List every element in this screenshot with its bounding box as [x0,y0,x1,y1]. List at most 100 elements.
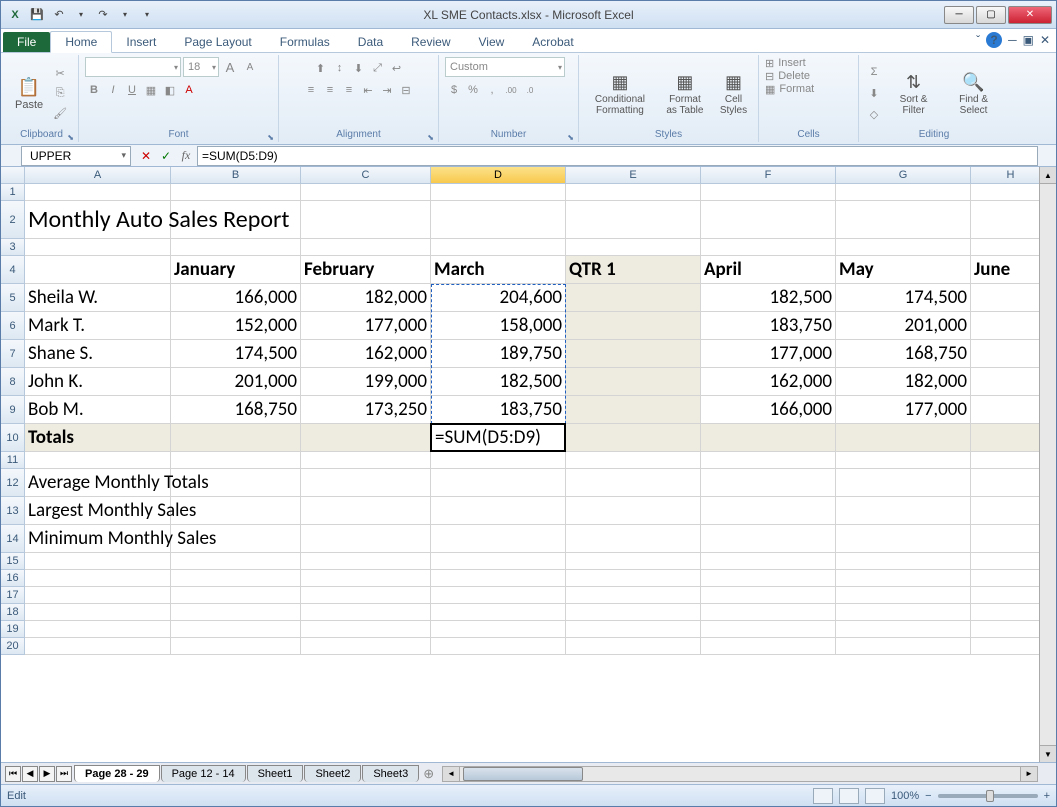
cell[interactable]: April [701,256,836,284]
cell[interactable] [701,587,836,604]
cell[interactable] [25,184,171,201]
row-header[interactable]: 18 [1,604,25,621]
row-header[interactable]: 8 [1,368,25,396]
bold-button[interactable]: B [85,81,103,99]
cell[interactable] [431,621,566,638]
cell[interactable] [836,201,971,239]
cell[interactable]: 201,000 [836,312,971,340]
normal-view-icon[interactable] [813,788,833,804]
cell-styles-button[interactable]: ▦Cell Styles [715,68,752,118]
cell[interactable]: 177,000 [701,340,836,368]
cell[interactable]: 162,000 [701,368,836,396]
cell[interactable] [836,570,971,587]
row-header[interactable]: 4 [1,256,25,284]
cell[interactable] [25,604,171,621]
fx-icon[interactable]: fx [177,147,195,165]
decrease-decimal-icon[interactable]: .0 [521,81,539,99]
cell[interactable] [431,184,566,201]
cell[interactable] [171,621,301,638]
cell[interactable] [566,525,701,553]
row-header[interactable]: 10 [1,424,25,452]
row-header[interactable]: 6 [1,312,25,340]
row-header[interactable]: 20 [1,638,25,655]
cell[interactable] [301,497,431,525]
page-break-view-icon[interactable] [865,788,885,804]
cell[interactable]: March [431,256,566,284]
zoom-out-icon[interactable]: − [925,790,931,802]
cell[interactable] [301,604,431,621]
border-icon[interactable]: ▦ [142,81,160,99]
column-header[interactable]: B [171,167,301,184]
horizontal-scrollbar[interactable] [442,766,1038,782]
sheet-tab[interactable]: Sheet3 [362,765,419,782]
cell[interactable] [431,553,566,570]
cell[interactable] [301,570,431,587]
cell[interactable]: 183,750 [431,396,566,424]
tab-nav-first-icon[interactable]: ⏮ [5,766,21,782]
cell[interactable]: Totals [25,424,171,452]
zoom-slider[interactable] [938,794,1038,798]
cell[interactable]: 174,500 [836,284,971,312]
cell[interactable]: Bob M. [25,396,171,424]
name-box[interactable]: UPPER [21,146,131,166]
cell[interactable] [836,621,971,638]
row-header[interactable]: 13 [1,497,25,525]
tab-review[interactable]: Review [397,32,464,52]
workbook-restore-icon[interactable]: ▣ [1023,33,1034,47]
cut-icon[interactable]: ✂ [51,64,69,82]
cell[interactable] [431,424,566,452]
cell[interactable] [566,452,701,469]
cell[interactable] [836,184,971,201]
cell[interactable] [566,638,701,655]
zoom-in-icon[interactable]: + [1044,790,1050,802]
align-right-icon[interactable]: ≡ [340,81,358,99]
number-format-combo[interactable]: Custom [445,57,565,77]
undo-icon[interactable]: ↶ [49,5,69,25]
minimize-ribbon-icon[interactable]: ˇ [976,33,980,47]
cell[interactable] [701,553,836,570]
cell[interactable] [701,570,836,587]
column-header[interactable]: E [566,167,701,184]
paste-button[interactable]: 📋 Paste [11,73,47,113]
autosum-icon[interactable]: Σ [865,63,883,81]
cell[interactable]: January [171,256,301,284]
wrap-text-icon[interactable]: ↩ [388,59,406,77]
cell[interactable] [701,497,836,525]
row-header[interactable]: 1 [1,184,25,201]
row-header[interactable]: 5 [1,284,25,312]
sheet-tab[interactable]: Sheet2 [304,765,361,782]
tab-data[interactable]: Data [344,32,397,52]
cell[interactable] [701,525,836,553]
align-center-icon[interactable]: ≡ [321,81,339,99]
cell[interactable] [431,497,566,525]
sheet-tab[interactable]: Sheet1 [247,765,304,782]
cell[interactable] [301,201,431,239]
cell[interactable] [836,525,971,553]
cell[interactable] [301,424,431,452]
cell[interactable]: Sheila W. [25,284,171,312]
font-color-icon[interactable]: A [180,81,198,99]
cell[interactable]: Largest Monthly Sales [25,497,171,525]
tab-nav-next-icon[interactable]: ▶ [39,766,55,782]
row-header[interactable]: 12 [1,469,25,497]
sort-filter-button[interactable]: ⇅Sort & Filter [887,68,940,118]
cell[interactable] [301,239,431,256]
cell[interactable] [566,621,701,638]
cell[interactable] [701,604,836,621]
row-header[interactable]: 14 [1,525,25,553]
cell[interactable] [301,587,431,604]
close-button[interactable]: ✕ [1008,6,1052,24]
cell[interactable] [431,239,566,256]
decrease-indent-icon[interactable]: ⇤ [359,81,377,99]
cell[interactable] [836,604,971,621]
grow-font-icon[interactable]: A [221,58,239,76]
cell[interactable] [566,553,701,570]
column-header[interactable]: D [431,167,566,184]
file-tab[interactable]: File [3,32,50,52]
cell[interactable] [25,621,171,638]
font-size-combo[interactable]: 18 [183,57,219,77]
tab-page-layout[interactable]: Page Layout [170,32,265,52]
cell[interactable] [431,604,566,621]
cell[interactable] [171,452,301,469]
row-header[interactable]: 16 [1,570,25,587]
